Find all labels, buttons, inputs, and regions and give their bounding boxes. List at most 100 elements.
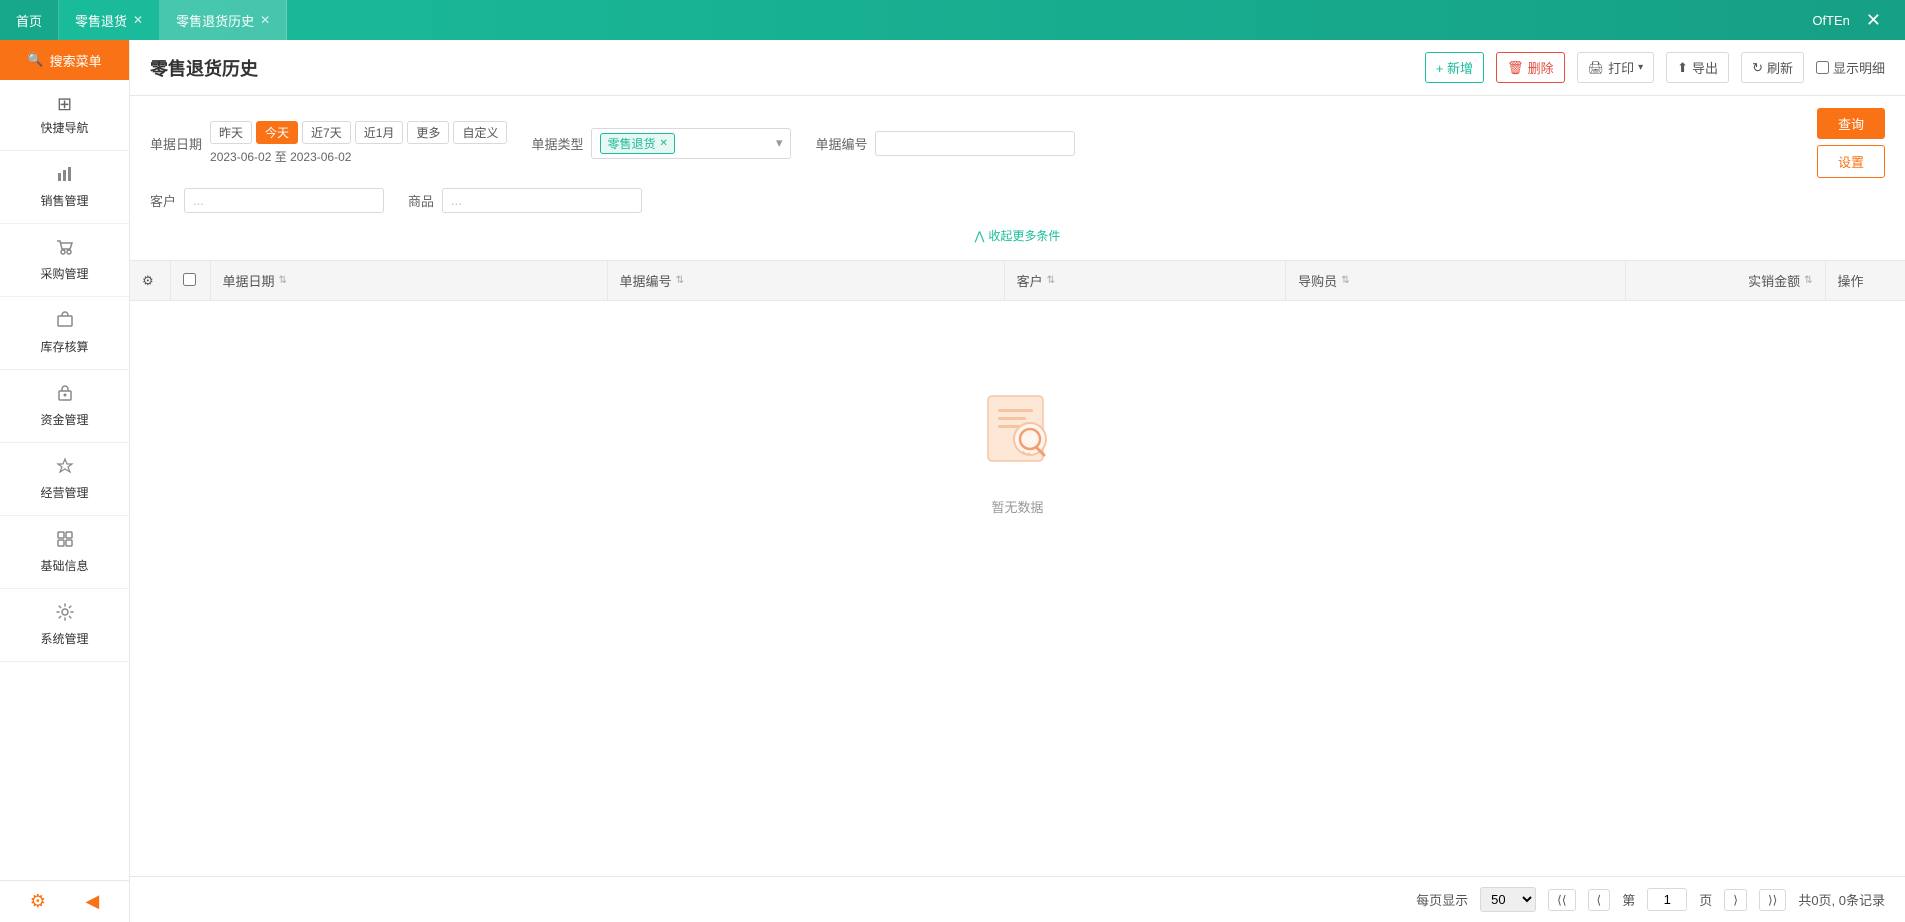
sidebar-item-inventory-label: 库存核算 xyxy=(40,338,88,355)
filter-customer: 客户 ... xyxy=(150,188,384,213)
refresh-icon: ↻ xyxy=(1752,60,1763,76)
sidebar-search-button[interactable]: 🔍 搜索菜单 xyxy=(0,40,129,80)
main-layout: 🔍 搜索菜单 ⊞ 快捷导航 销售管理 采购管理 xyxy=(0,40,1905,922)
print-label: 打印 xyxy=(1608,58,1634,77)
sidebar-item-sales-label: 销售管理 xyxy=(40,192,88,209)
settings-button[interactable]: 设置 xyxy=(1817,145,1885,178)
th-guide-sort[interactable]: 导购员 ⇅ xyxy=(1298,271,1612,290)
filter-row-1: 单据日期 昨天 今天 近7天 近1月 更多 自定义 2023-06-02 至 2… xyxy=(150,108,1885,178)
tab-retail-return[interactable]: 零售退货 ✕ xyxy=(59,0,160,40)
table-area: ⚙ 单据日期 ⇅ 单据编号 xyxy=(130,261,1905,876)
refresh-button[interactable]: ↻ 刷新 xyxy=(1741,52,1804,83)
customer-label: 客户 xyxy=(150,191,176,210)
show-detail-input[interactable] xyxy=(1816,61,1829,74)
sidebar-item-sales-mgmt[interactable]: 销售管理 xyxy=(0,151,129,224)
sidebar-item-system-mgmt[interactable]: 系统管理 xyxy=(0,589,129,662)
delete-label: 删除 xyxy=(1528,58,1554,77)
goods-placeholder: ... xyxy=(451,193,462,208)
sidebar-item-basic-info[interactable]: 基础信息 xyxy=(0,516,129,589)
empty-cell: 暂无数据 xyxy=(130,301,1905,597)
table-body: 暂无数据 xyxy=(130,301,1905,597)
doc-type-arrow-icon: ▾ xyxy=(776,135,783,151)
sidebar-item-operation-label: 经营管理 xyxy=(40,484,88,501)
show-detail-checkbox[interactable]: 显示明细 xyxy=(1816,58,1885,77)
sidebar-item-purchase-mgmt[interactable]: 采购管理 xyxy=(0,224,129,297)
date-btn-more[interactable]: 更多 xyxy=(407,121,449,144)
gear-icon[interactable]: ⚙ xyxy=(142,273,154,288)
delete-button[interactable]: 🗑 删除 xyxy=(1496,52,1565,83)
prev-page-button[interactable]: ⟨ xyxy=(1588,889,1611,911)
print-button[interactable]: 🖨 打印 ▾ xyxy=(1577,52,1655,83)
th-doc-no-label: 单据编号 xyxy=(620,271,672,290)
th-doc-date: 单据日期 ⇅ xyxy=(210,261,607,301)
th-guide: 导购员 ⇅ xyxy=(1286,261,1625,301)
tab-retail-return-history[interactable]: 零售退货历史 ✕ xyxy=(160,0,287,40)
tab-list: 首页 零售退货 ✕ 零售退货历史 ✕ xyxy=(0,0,1812,40)
data-table: ⚙ 单据日期 ⇅ 单据编号 xyxy=(130,261,1905,596)
date-range-text: 2023-06-02 至 2023-06-02 xyxy=(210,148,351,165)
new-button[interactable]: + 新增 xyxy=(1425,52,1484,83)
date-btn-1month[interactable]: 近1月 xyxy=(355,121,404,144)
customer-input[interactable]: ... xyxy=(184,188,384,213)
filter-buttons: 查询 设置 xyxy=(1817,108,1885,178)
tab-retail-return-history-close[interactable]: ✕ xyxy=(260,13,270,27)
doc-type-select[interactable]: 零售退货 ✕ ▾ xyxy=(591,128,791,159)
date-btn-7days[interactable]: 近7天 xyxy=(302,121,351,144)
doc-date-sort-icon: ⇅ xyxy=(279,275,287,286)
page-label-suffix: 页 xyxy=(1699,890,1712,909)
goods-input[interactable]: ... xyxy=(442,188,642,213)
collapse-btn[interactable]: ⋀ 收起更多条件 xyxy=(150,223,1885,248)
sidebar-item-quick-nav[interactable]: ⊞ 快捷导航 xyxy=(0,80,129,151)
query-settings-group: 查询 设置 xyxy=(1817,108,1885,178)
th-actual-amount: 实销金额 ⇅ xyxy=(1625,261,1825,301)
tab-home[interactable]: 首页 xyxy=(0,0,59,40)
inventory-icon xyxy=(56,311,74,334)
tab-retail-return-history-label: 零售退货历史 xyxy=(176,11,254,30)
th-doc-date-sort[interactable]: 单据日期 ⇅ xyxy=(223,271,595,290)
doc-type-tag-close[interactable]: ✕ xyxy=(659,138,667,149)
select-all-checkbox[interactable] xyxy=(183,273,196,286)
query-button[interactable]: 查询 xyxy=(1817,108,1885,139)
top-bar: 首页 零售退货 ✕ 零售退货历史 ✕ OfTEn ✕ xyxy=(0,0,1905,40)
show-detail-label: 显示明细 xyxy=(1833,58,1885,77)
export-label: 导出 xyxy=(1692,58,1718,77)
sidebar-item-operation[interactable]: 经营管理 xyxy=(0,443,129,516)
next-page-button[interactable]: ⟩ xyxy=(1724,889,1747,911)
filter-row-2: 客户 ... 商品 ... xyxy=(150,188,1885,213)
date-btn-custom[interactable]: 自定义 xyxy=(453,121,507,144)
doc-no-sort-icon: ⇅ xyxy=(676,275,684,286)
date-btn-today[interactable]: 今天 xyxy=(256,121,298,144)
th-guide-label: 导购员 xyxy=(1298,271,1337,290)
last-page-button[interactable]: ⟩⟩ xyxy=(1759,889,1786,911)
refresh-label: 刷新 xyxy=(1767,58,1793,77)
page-number-input[interactable] xyxy=(1647,888,1687,911)
sidebar-item-quick-nav-label: 快捷导航 xyxy=(40,119,88,136)
date-btn-yesterday[interactable]: 昨天 xyxy=(210,121,252,144)
th-doc-no-sort[interactable]: 单据编号 ⇅ xyxy=(620,271,992,290)
settings-icon[interactable]: ⚙ xyxy=(30,891,46,912)
th-action: 操作 xyxy=(1825,261,1905,301)
first-page-button[interactable]: ⟨⟨ xyxy=(1548,889,1575,911)
tab-retail-return-close[interactable]: ✕ xyxy=(133,13,143,27)
customer-placeholder: ... xyxy=(193,193,204,208)
window-close-button[interactable]: ✕ xyxy=(1858,10,1889,31)
th-actual-amount-sort[interactable]: 实销金额 ⇅ xyxy=(1638,271,1813,290)
th-customer-sort[interactable]: 客户 ⇅ xyxy=(1017,271,1274,290)
content-area: 零售退货历史 + 新增 🗑 删除 🖨 打印 ▾ ⬆ 导出 ↻ xyxy=(130,40,1905,922)
sidebar-item-inventory[interactable]: 库存核算 xyxy=(0,297,129,370)
per-page-select[interactable]: 50 100 200 xyxy=(1480,887,1536,912)
filter-date-block: 昨天 今天 近7天 近1月 更多 自定义 2023-06-02 至 2023-0… xyxy=(210,121,507,165)
collapse-sidebar-icon[interactable]: ◀ xyxy=(85,891,99,912)
goods-label: 商品 xyxy=(408,191,434,210)
export-button[interactable]: ⬆ 导出 xyxy=(1666,52,1729,83)
guide-sort-icon: ⇅ xyxy=(1341,275,1349,286)
sidebar-bottom: ⚙ ◀ xyxy=(0,880,129,922)
sidebar-item-finance[interactable]: 资金管理 xyxy=(0,370,129,443)
doc-no-input[interactable] xyxy=(875,131,1075,156)
sidebar: 🔍 搜索菜单 ⊞ 快捷导航 销售管理 采购管理 xyxy=(0,40,130,922)
th-customer: 客户 ⇅ xyxy=(1004,261,1286,301)
delete-icon: 🗑 xyxy=(1507,60,1524,76)
th-action-label: 操作 xyxy=(1838,274,1864,289)
export-icon: ⬆ xyxy=(1677,60,1688,76)
actual-amount-sort-icon: ⇅ xyxy=(1804,275,1812,286)
